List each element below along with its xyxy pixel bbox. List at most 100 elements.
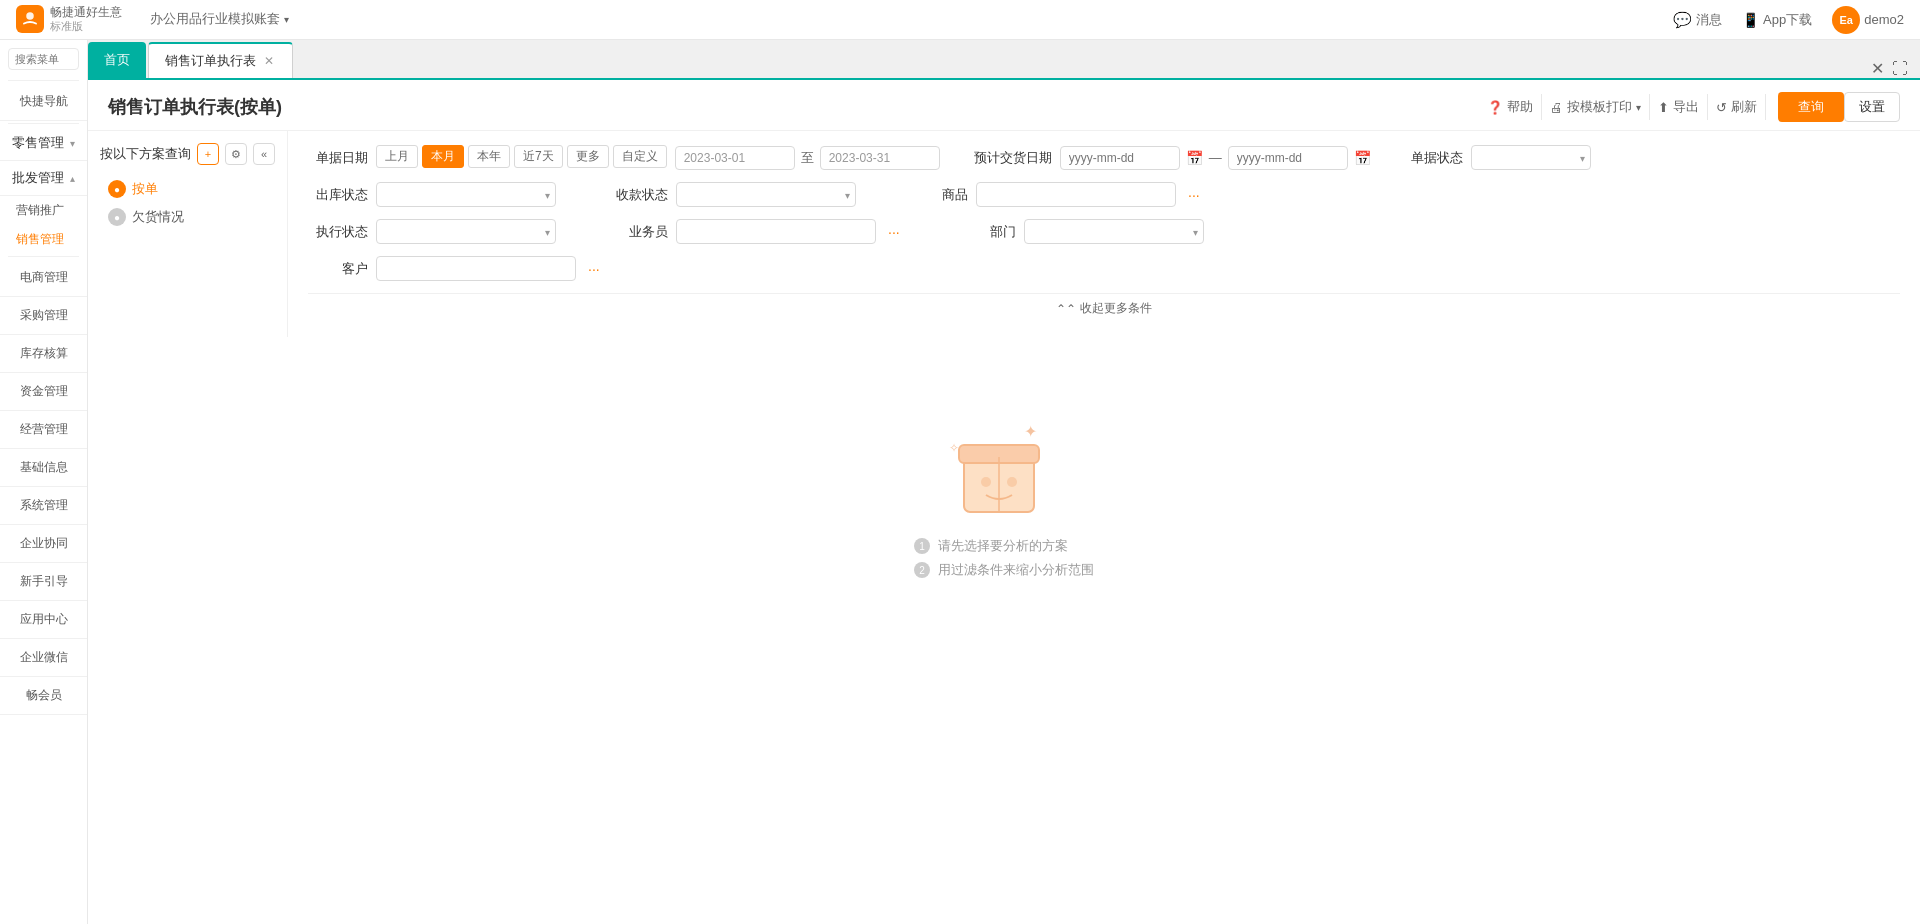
template-print-label: 按模板打印: [1567, 98, 1632, 116]
sidebar-item-wholesale[interactable]: 批发管理 ▴: [0, 161, 87, 196]
salesperson-more-icon[interactable]: ···: [884, 224, 904, 240]
expected-date-range-sep: —: [1209, 150, 1222, 165]
sidebar-item-corp-wechat[interactable]: 企业微信: [0, 639, 87, 677]
goods-more-icon[interactable]: ···: [1184, 187, 1204, 203]
help-btn[interactable]: ❓ 帮助: [1479, 94, 1542, 120]
logo-svg: [21, 10, 39, 28]
filter-sidebar-icons: + ⚙ «: [197, 143, 275, 165]
collect-status-select[interactable]: [676, 182, 856, 207]
date-tag-last-month[interactable]: 上月: [376, 145, 418, 168]
refresh-label: 刷新: [1731, 98, 1757, 116]
basic-label: 基础信息: [20, 460, 68, 474]
filter-sidebar: 按以下方案查询 + ⚙ «: [88, 131, 288, 337]
date-tag-this-year[interactable]: 本年: [468, 145, 510, 168]
sidebar-search-area: [0, 40, 87, 78]
sidebar-item-app-center[interactable]: 应用中心: [0, 601, 87, 639]
print-arrow-icon: ▾: [1636, 102, 1641, 113]
search-input[interactable]: [8, 48, 79, 70]
sidebar-item-marketing[interactable]: 营销推广: [0, 196, 87, 225]
calendar-start-icon[interactable]: 📅: [1186, 150, 1203, 166]
header-selector[interactable]: 办公用品行业模拟账套 ▾: [150, 10, 289, 28]
page-content: 销售订单执行表(按单) ❓ 帮助 🖨 按模板打印 ▾ ⬆: [88, 80, 1920, 924]
exec-status-select-wrapper: [376, 219, 556, 244]
username-label: demo2: [1864, 12, 1904, 27]
export-btn[interactable]: ⬆ 导出: [1650, 94, 1708, 120]
message-btn[interactable]: 💬 消息: [1673, 11, 1722, 29]
retail-label: 零售管理: [12, 134, 64, 152]
logo-icon: [16, 5, 44, 33]
filter-item-按单[interactable]: ● 按单: [100, 175, 275, 203]
tab-maximize-action[interactable]: ⛶: [1892, 60, 1908, 78]
calendar-end-icon[interactable]: 📅: [1354, 150, 1371, 166]
sidebar-item-corp-collab[interactable]: 企业协同: [0, 525, 87, 563]
message-icon: 💬: [1673, 11, 1692, 29]
tab-bar-actions: ✕ ⛶: [1871, 59, 1920, 78]
add-filter-btn[interactable]: +: [197, 143, 219, 165]
customer-input[interactable]: [376, 256, 576, 281]
salesperson-input[interactable]: [676, 219, 876, 244]
collapse-label: 收起更多条件: [1080, 300, 1152, 317]
date-tag-this-month[interactable]: 本月: [422, 145, 464, 168]
department-select-wrapper: [1024, 219, 1204, 244]
tab-sales-exec[interactable]: 销售订单执行表 ✕: [148, 42, 293, 78]
marketing-label: 营销推广: [16, 203, 64, 217]
sidebar-item-quick-nav[interactable]: 快捷导航: [0, 83, 87, 121]
sidebar-item-ecommerce[interactable]: 电商管理: [0, 259, 87, 297]
refresh-btn[interactable]: ↺ 刷新: [1708, 94, 1766, 120]
query-button[interactable]: 查询: [1778, 92, 1844, 122]
goods-label: 商品: [908, 186, 968, 204]
order-status-select[interactable]: [1471, 145, 1591, 170]
date-end-input[interactable]: [820, 146, 940, 170]
date-tag-7days[interactable]: 近7天: [514, 145, 563, 168]
empty-state: ✦ ✧ 请先选择要分析的方案: [88, 337, 1920, 665]
goods-input[interactable]: [976, 182, 1176, 207]
date-tag-custom[interactable]: 自定义: [613, 145, 667, 168]
tab-close-icon[interactable]: ✕: [262, 52, 276, 70]
filter-item-欠货情况[interactable]: ● 欠货情况: [100, 203, 275, 231]
sidebar-item-system[interactable]: 系统管理: [0, 487, 87, 525]
page-inner: 销售订单执行表(按单) ❓ 帮助 🖨 按模板打印 ▾ ⬆: [88, 80, 1920, 924]
tab-home[interactable]: 首页: [88, 42, 146, 78]
tab-close-action[interactable]: ✕: [1871, 59, 1884, 78]
department-select[interactable]: [1024, 219, 1204, 244]
sidebar-item-retail[interactable]: 零售管理 ▾: [0, 126, 87, 161]
filter-area: 按以下方案查询 + ⚙ «: [88, 131, 1920, 337]
hint-1-text: 请先选择要分析的方案: [938, 537, 1068, 555]
sidebar-item-member[interactable]: 畅会员: [0, 677, 87, 715]
customer-label: 客户: [308, 260, 368, 278]
sidebar-item-inventory[interactable]: 库存核算: [0, 335, 87, 373]
out-status-label: 出库状态: [308, 186, 368, 204]
filter-sidebar-title: 按以下方案查询 + ⚙ «: [100, 143, 275, 165]
out-status-select[interactable]: [376, 182, 556, 207]
sidebar-item-operations[interactable]: 经营管理: [0, 411, 87, 449]
expected-date-start-input[interactable]: [1060, 146, 1180, 170]
sidebar-item-basic[interactable]: 基础信息: [0, 449, 87, 487]
app-download-btn[interactable]: 📱 App下载: [1742, 11, 1812, 29]
sales-label: 销售管理: [16, 232, 64, 246]
settings-button[interactable]: 设置: [1844, 92, 1900, 122]
collapse-icon: «: [261, 148, 267, 160]
empty-hint-1: 请先选择要分析的方案: [914, 537, 1094, 555]
user-profile[interactable]: Ea demo2: [1832, 6, 1904, 34]
sidebar-item-purchase[interactable]: 采购管理: [0, 297, 87, 335]
sidebar-item-sales[interactable]: 销售管理: [0, 225, 87, 254]
corp-wechat-label: 企业微信: [20, 650, 68, 664]
expected-date-end-input[interactable]: [1228, 146, 1348, 170]
filter-settings-btn[interactable]: ⚙: [225, 143, 247, 165]
filter-field-order-status: 单据状态: [1403, 145, 1591, 170]
tab-sales-exec-label: 销售订单执行表: [165, 52, 256, 70]
template-print-btn[interactable]: 🖨 按模板打印 ▾: [1542, 94, 1650, 120]
collapse-filter-conditions-btn[interactable]: ⌃⌃ 收起更多条件: [308, 293, 1900, 323]
empty-text-list: 请先选择要分析的方案 用过滤条件来缩小分析范围: [914, 537, 1094, 585]
filter-field-collect-status: 收款状态: [608, 182, 856, 207]
sidebar-item-newbie[interactable]: 新手引导: [0, 563, 87, 601]
date-tag-more[interactable]: 更多: [567, 145, 609, 168]
empty-illustration: ✦ ✧: [944, 417, 1064, 517]
exec-status-select[interactable]: [376, 219, 556, 244]
sidebar-item-finance[interactable]: 资金管理: [0, 373, 87, 411]
customer-more-icon[interactable]: ···: [584, 261, 604, 277]
date-start-input[interactable]: [675, 146, 795, 170]
collapse-filter-btn[interactable]: «: [253, 143, 275, 165]
ecommerce-label: 电商管理: [20, 270, 68, 284]
logo-text-block: 畅捷通好生意 标准版: [50, 5, 122, 34]
